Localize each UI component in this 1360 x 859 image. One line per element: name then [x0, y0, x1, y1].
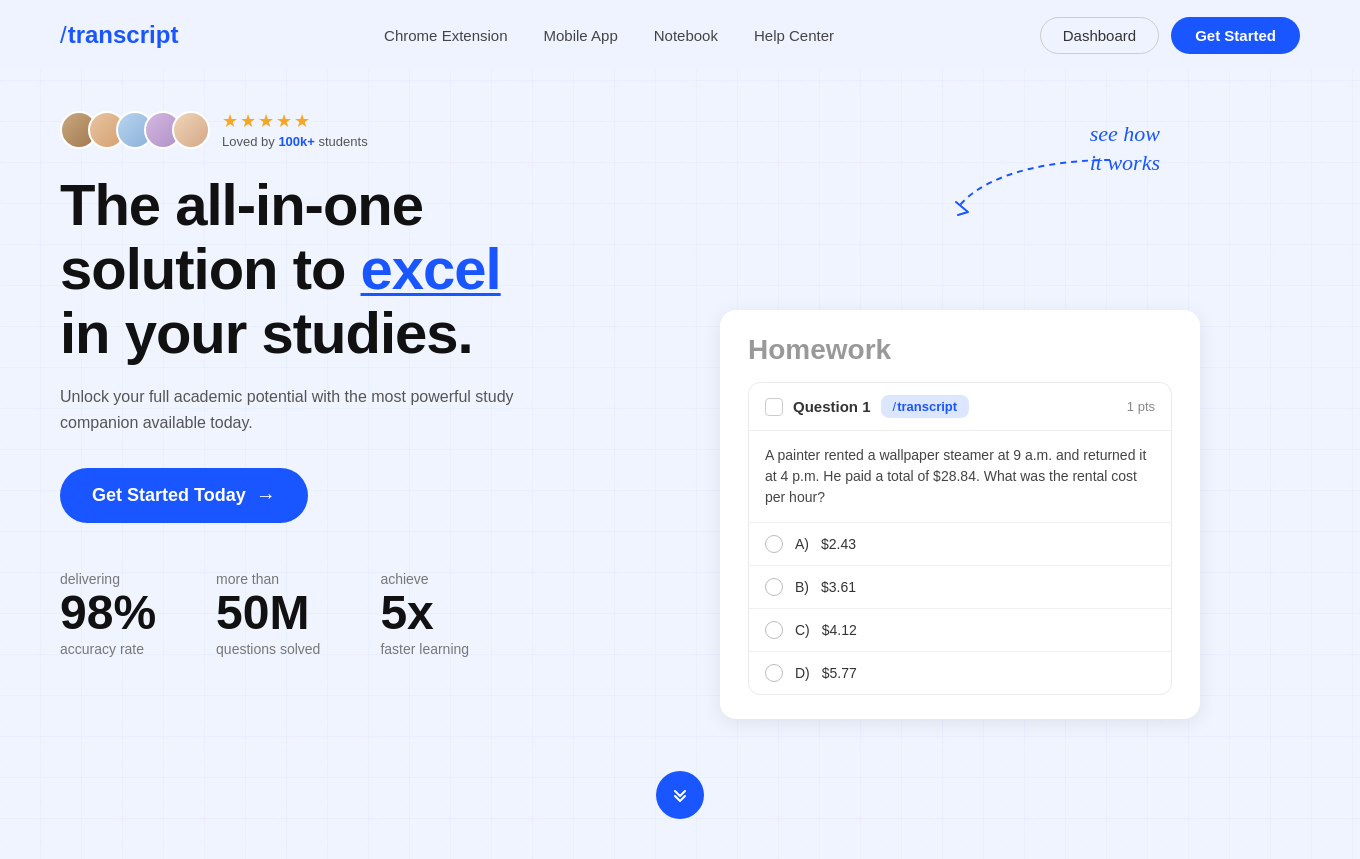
pts-label: 1 pts	[1127, 399, 1155, 414]
star-rating: ★ ★ ★ ★ ★	[222, 110, 368, 132]
star-icon: ★	[294, 110, 310, 132]
loved-prefix: Loved by	[222, 134, 278, 149]
heading-line1: The all-in-one	[60, 172, 423, 237]
option-letter: B)	[795, 579, 809, 595]
main-content: ★ ★ ★ ★ ★ Loved by 100k+ students The al…	[0, 70, 1360, 759]
answer-option-d[interactable]: D) $5.77	[749, 652, 1171, 694]
star-icon: ★	[276, 110, 292, 132]
stat-value: 50M	[216, 589, 320, 637]
loved-by-text: Loved by 100k+ students	[222, 134, 368, 149]
arrow-icon: →	[256, 484, 276, 507]
stat-label-bottom: questions solved	[216, 641, 320, 657]
question-header-left: Question 1 /transcript	[765, 395, 969, 418]
stat-learning: achieve 5x faster learning	[380, 571, 469, 657]
answer-option-b[interactable]: B) $3.61	[749, 566, 1171, 609]
nav-mobile-app[interactable]: Mobile App	[544, 27, 618, 44]
get-started-hero-button[interactable]: Get Started Today →	[60, 468, 308, 523]
option-value: $2.43	[821, 536, 856, 552]
question-body: A painter rented a wallpaper steamer at …	[749, 431, 1171, 523]
answer-option-c[interactable]: C) $4.12	[749, 609, 1171, 652]
badge-slash: /	[893, 399, 897, 414]
heading-line3: in your studies.	[60, 300, 473, 365]
right-column: see howit works Homework Question 1 /tra…	[720, 110, 1200, 719]
hero-heading: The all-in-one solution to excel in your…	[60, 173, 680, 364]
stat-questions: more than 50M questions solved	[216, 571, 320, 657]
nav-chrome-extension[interactable]: Chrome Extension	[384, 27, 507, 44]
badge-name: transcript	[897, 399, 957, 414]
star-icon: ★	[258, 110, 274, 132]
see-how-annotation: see howit works	[720, 120, 1200, 220]
chevron-down-double-icon	[670, 785, 690, 805]
option-value: $4.12	[822, 622, 857, 638]
homework-title: Homework	[748, 334, 1172, 366]
stat-value: 5x	[380, 589, 469, 637]
stats-row: delivering 98% accuracy rate more than 5…	[60, 571, 680, 657]
radio-button[interactable]	[765, 578, 783, 596]
stat-label-top: delivering	[60, 571, 156, 587]
left-column: ★ ★ ★ ★ ★ Loved by 100k+ students The al…	[60, 110, 680, 657]
loved-count: 100k+	[278, 134, 315, 149]
logo-slash: /	[60, 21, 67, 49]
dashboard-button[interactable]: Dashboard	[1040, 17, 1159, 54]
radio-button[interactable]	[765, 535, 783, 553]
stat-label-bottom: faster learning	[380, 641, 469, 657]
nav-links: Chrome Extension Mobile App Notebook Hel…	[384, 27, 834, 44]
star-icon: ★	[240, 110, 256, 132]
option-letter: C)	[795, 622, 810, 638]
get-started-label: Get Started Today	[92, 485, 246, 506]
stat-accuracy: delivering 98% accuracy rate	[60, 571, 156, 657]
nav-notebook[interactable]: Notebook	[654, 27, 718, 44]
question-checkbox[interactable]	[765, 398, 783, 416]
option-letter: A)	[795, 536, 809, 552]
heading-highlight: excel	[361, 236, 501, 301]
heading-line2-prefix: solution to	[60, 236, 361, 301]
loved-suffix: students	[315, 134, 368, 149]
get-started-nav-button[interactable]: Get Started	[1171, 17, 1300, 54]
option-value: $3.61	[821, 579, 856, 595]
stat-label-bottom: accuracy rate	[60, 641, 156, 657]
homework-section: Homework Question 1 /transcript 1 pts A …	[720, 310, 1200, 719]
nav-help-center[interactable]: Help Center	[754, 27, 834, 44]
radio-button[interactable]	[765, 664, 783, 682]
avatar	[172, 111, 210, 149]
dashed-arrow-icon	[920, 150, 1140, 220]
avatar-info: ★ ★ ★ ★ ★ Loved by 100k+ students	[222, 110, 368, 149]
star-icon: ★	[222, 110, 238, 132]
stat-value: 98%	[60, 589, 156, 637]
avatar-group	[60, 111, 210, 149]
hero-subtext: Unlock your full academic potential with…	[60, 384, 540, 435]
scroll-down-button[interactable]	[656, 771, 704, 819]
radio-button[interactable]	[765, 621, 783, 639]
stat-label-top: achieve	[380, 571, 469, 587]
stat-label-top: more than	[216, 571, 320, 587]
transcript-badge: /transcript	[881, 395, 970, 418]
nav-actions: Dashboard Get Started	[1040, 17, 1300, 54]
logo-name: transcript	[68, 21, 179, 49]
answer-option-a[interactable]: A) $2.43	[749, 523, 1171, 566]
navbar: /transcript Chrome Extension Mobile App …	[0, 0, 1360, 70]
logo[interactable]: /transcript	[60, 21, 178, 49]
question-header: Question 1 /transcript 1 pts	[749, 383, 1171, 431]
option-value: $5.77	[822, 665, 857, 681]
social-proof-row: ★ ★ ★ ★ ★ Loved by 100k+ students	[60, 110, 680, 149]
question-card: Question 1 /transcript 1 pts A painter r…	[748, 382, 1172, 695]
option-letter: D)	[795, 665, 810, 681]
question-label: Question 1	[793, 398, 871, 415]
